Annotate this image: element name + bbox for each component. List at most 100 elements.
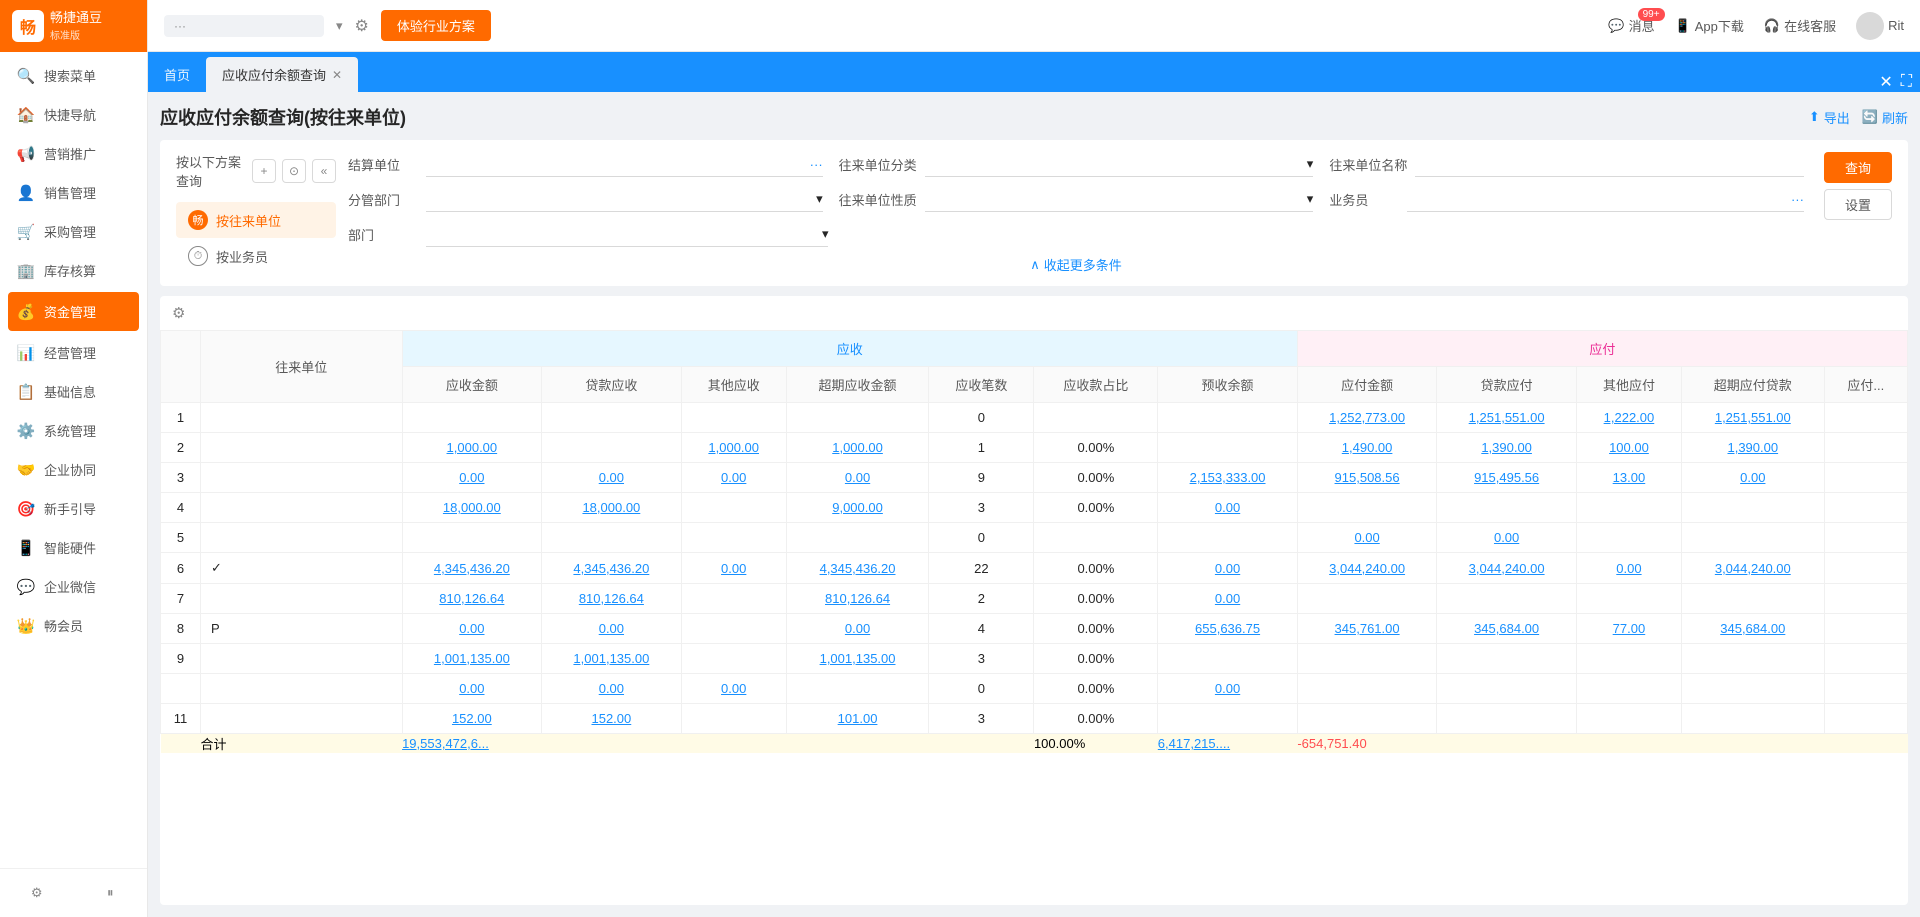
row-loan-ap[interactable] — [1437, 704, 1577, 734]
sidebar-item-marketing[interactable]: 📢 营销推广 — [0, 134, 147, 173]
table-wrapper[interactable]: 往来单位 应收 应付 应收金额 贷款应收 其他应收 超期应收金额 应收笔数 应收… — [160, 330, 1908, 905]
sidebar-item-wechat[interactable]: 💬 企业微信 — [0, 567, 147, 606]
row-loan-ar[interactable]: 810,126.64 — [542, 584, 682, 614]
sidebar-item-search[interactable]: 🔍 搜索菜单 — [0, 56, 147, 95]
row-prepaid[interactable]: 0.00 — [1158, 493, 1298, 523]
row-ar-amount[interactable]: 0.00 — [402, 463, 542, 493]
row-loan-ap[interactable]: 1,390.00 — [1437, 433, 1577, 463]
row-other-ar[interactable] — [681, 584, 786, 614]
row-ap-amount[interactable] — [1297, 644, 1437, 674]
row-overdue-ar[interactable]: 810,126.64 — [786, 584, 929, 614]
row-other-ap[interactable]: 77.00 — [1576, 614, 1681, 644]
row-loan-ar[interactable]: 1,001,135.00 — [542, 644, 682, 674]
dept-manager-select[interactable]: ▾ — [426, 187, 823, 212]
row-prepaid[interactable]: 0.00 — [1158, 584, 1298, 614]
row-overdue-ap[interactable] — [1682, 493, 1825, 523]
row-overdue-ap[interactable]: 345,684.00 — [1682, 614, 1825, 644]
row-other-ap[interactable] — [1576, 523, 1681, 553]
row-ar-amount[interactable] — [402, 523, 542, 553]
row-loan-ar[interactable]: 0.00 — [542, 614, 682, 644]
sidebar-item-finance[interactable]: 💰 资金管理 — [8, 292, 139, 331]
row-overdue-ap[interactable] — [1682, 704, 1825, 734]
filter-collapse-btn[interactable]: ∧ 收起更多条件 — [348, 255, 1804, 274]
sidebar-item-purchase[interactable]: 🛒 采购管理 — [0, 212, 147, 251]
row-overdue-ap[interactable]: 0.00 — [1682, 463, 1825, 493]
row-other-ar[interactable] — [681, 614, 786, 644]
filter-add-btn[interactable]: + — [252, 159, 276, 183]
row-loan-ar[interactable] — [542, 433, 682, 463]
row-overdue-ap[interactable]: 1,390.00 — [1682, 433, 1825, 463]
industry-btn[interactable]: 体验行业方案 — [381, 10, 491, 41]
row-overdue-ar[interactable]: 0.00 — [786, 614, 929, 644]
row-ar-amount[interactable]: 810,126.64 — [402, 584, 542, 614]
nav-item-by-staff[interactable]: ⏱ 按业务员 — [176, 238, 336, 274]
row-loan-ap[interactable]: 3,044,240.00 — [1437, 553, 1577, 584]
sidebar-collapse-btn[interactable]: ⏸ — [94, 877, 126, 909]
row-ap-amount[interactable] — [1297, 493, 1437, 523]
tab-home[interactable]: 首页 — [148, 57, 206, 92]
nav-item-by-unit[interactable]: 畅 按往来单位 — [176, 202, 336, 238]
row-other-ap[interactable]: 13.00 — [1576, 463, 1681, 493]
row-loan-ar[interactable]: 18,000.00 — [542, 493, 682, 523]
total-prepaid[interactable]: 6,417,215.... — [1158, 734, 1298, 754]
row-overdue-ar[interactable] — [786, 523, 929, 553]
row-prepaid[interactable] — [1158, 704, 1298, 734]
row-overdue-ar[interactable]: 101.00 — [786, 704, 929, 734]
row-prepaid[interactable]: 0.00 — [1158, 553, 1298, 584]
row-other-ap[interactable] — [1576, 584, 1681, 614]
refresh-btn[interactable]: 🔄 刷新 — [1862, 108, 1908, 127]
unit-category-select[interactable]: ▾ — [925, 152, 1314, 177]
row-loan-ap[interactable]: 0.00 — [1437, 523, 1577, 553]
tab-close-window-icon[interactable]: ✕ — [1879, 72, 1892, 92]
row-overdue-ap[interactable] — [1682, 523, 1825, 553]
row-other-ar[interactable] — [681, 403, 786, 433]
app-btn[interactable]: 📱 App下载 — [1675, 16, 1744, 35]
row-ap-amount[interactable]: 345,761.00 — [1297, 614, 1437, 644]
row-ar-amount[interactable]: 18,000.00 — [402, 493, 542, 523]
sidebar-item-sales[interactable]: 👤 销售管理 — [0, 173, 147, 212]
row-other-ap[interactable]: 1,222.00 — [1576, 403, 1681, 433]
row-overdue-ap[interactable] — [1682, 584, 1825, 614]
row-other-ap[interactable] — [1576, 644, 1681, 674]
row-other-ar[interactable]: 0.00 — [681, 463, 786, 493]
row-other-ap[interactable] — [1576, 704, 1681, 734]
sidebar-item-inventory[interactable]: 🏢 库存核算 — [0, 251, 147, 290]
sidebar-settings-btn[interactable]: ⚙ — [21, 877, 53, 909]
row-overdue-ap[interactable]: 3,044,240.00 — [1682, 553, 1825, 584]
sidebar-item-member[interactable]: 👑 畅会员 — [0, 606, 147, 645]
row-overdue-ap[interactable] — [1682, 674, 1825, 704]
row-prepaid[interactable]: 0.00 — [1158, 674, 1298, 704]
row-overdue-ap[interactable]: 1,251,551.00 — [1682, 403, 1825, 433]
tab-expand-icon[interactable]: ⛶ — [1901, 73, 1912, 91]
row-overdue-ar[interactable]: 1,001,135.00 — [786, 644, 929, 674]
sidebar-item-collab[interactable]: 🤝 企业协同 — [0, 450, 147, 489]
row-other-ap[interactable]: 100.00 — [1576, 433, 1681, 463]
row-prepaid[interactable]: 655,636.75 — [1158, 614, 1298, 644]
row-ap-amount[interactable] — [1297, 704, 1437, 734]
row-ar-amount[interactable] — [402, 403, 542, 433]
row-ap-amount[interactable] — [1297, 584, 1437, 614]
dept-select[interactable]: ▾ — [426, 222, 828, 247]
row-loan-ap[interactable] — [1437, 644, 1577, 674]
row-loan-ar[interactable]: 152.00 — [542, 704, 682, 734]
tab-close-icon[interactable]: ✕ — [332, 68, 342, 82]
row-other-ar[interactable] — [681, 704, 786, 734]
service-btn[interactable]: 🎧 在线客服 — [1764, 16, 1836, 35]
row-prepaid[interactable] — [1158, 403, 1298, 433]
row-loan-ar[interactable]: 0.00 — [542, 674, 682, 704]
row-prepaid[interactable] — [1158, 433, 1298, 463]
row-loan-ap[interactable] — [1437, 493, 1577, 523]
row-overdue-ar[interactable]: 1,000.00 — [786, 433, 929, 463]
row-other-ap[interactable] — [1576, 493, 1681, 523]
sidebar-item-guide[interactable]: 🎯 新手引导 — [0, 489, 147, 528]
sidebar-item-basic[interactable]: 📋 基础信息 — [0, 372, 147, 411]
row-overdue-ar[interactable] — [786, 403, 929, 433]
row-ar-amount[interactable]: 0.00 — [402, 674, 542, 704]
tab-ar-query[interactable]: 应收应付余额查询 ✕ — [206, 57, 358, 92]
row-overdue-ar[interactable] — [786, 674, 929, 704]
row-loan-ap[interactable] — [1437, 674, 1577, 704]
gear-icon[interactable]: ⚙ — [355, 16, 369, 36]
salesperson-ellipsis[interactable]: ··· — [1791, 192, 1804, 207]
row-loan-ar[interactable]: 4,345,436.20 — [542, 553, 682, 584]
row-loan-ap[interactable]: 915,495.56 — [1437, 463, 1577, 493]
